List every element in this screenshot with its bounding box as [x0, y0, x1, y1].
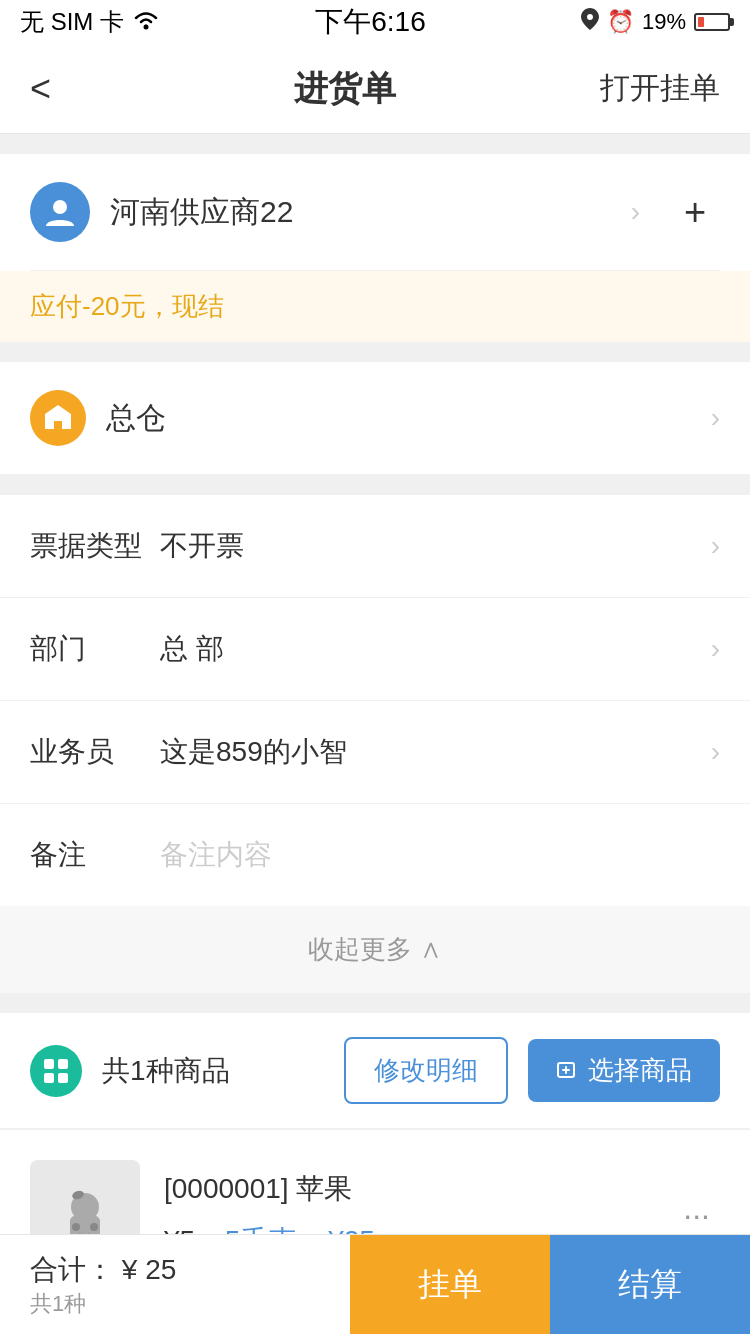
status-bar: 无 SIM 卡 下午6:16 ⏰ 19%	[0, 0, 750, 44]
department-row[interactable]: 部门 总 部 ›	[0, 598, 750, 701]
carrier-text: 无 SIM 卡	[20, 6, 124, 38]
svg-rect-2	[44, 1059, 54, 1069]
status-time: 下午6:16	[315, 3, 426, 41]
svg-rect-5	[58, 1073, 68, 1083]
department-label: 部门	[30, 630, 160, 668]
product-count: 共1种商品	[102, 1052, 324, 1090]
total-count: 共1种	[30, 1289, 320, 1319]
alarm-icon: ⏰	[607, 9, 634, 35]
invoice-chevron: ›	[711, 530, 720, 562]
salesman-value: 这是859的小智	[160, 733, 711, 771]
warehouse-chevron: ›	[711, 402, 720, 434]
total-amount: ¥ 25	[122, 1254, 177, 1285]
department-chevron: ›	[711, 633, 720, 665]
back-button[interactable]: <	[30, 68, 90, 110]
svg-rect-3	[58, 1059, 68, 1069]
status-right: ⏰ 19%	[581, 8, 730, 36]
salesman-label: 业务员	[30, 733, 160, 771]
status-carrier: 无 SIM 卡	[20, 6, 160, 38]
total-prefix: 合计：	[30, 1254, 114, 1285]
department-value: 总 部	[160, 630, 711, 668]
invoice-row[interactable]: 票据类型 不开票 ›	[0, 495, 750, 598]
select-product-button[interactable]: 选择商品	[528, 1039, 720, 1102]
supplier-avatar	[30, 182, 90, 242]
warehouse-icon	[30, 390, 86, 446]
page-title: 进货单	[294, 66, 396, 112]
remark-row[interactable]: 备注 备注内容	[0, 804, 750, 906]
products-header: 共1种商品 修改明细 选择商品	[0, 1013, 750, 1128]
supplier-card: 河南供应商22 › + 应付-20元，现结	[0, 154, 750, 342]
remark-input[interactable]: 备注内容	[160, 836, 720, 874]
edit-detail-button[interactable]: 修改明细	[344, 1037, 508, 1104]
battery-icon	[694, 13, 730, 31]
separator-2	[0, 475, 750, 495]
product-code: [0000001] 苹果	[164, 1173, 352, 1204]
wifi-icon	[132, 8, 160, 36]
svg-rect-4	[44, 1073, 54, 1083]
total-area: 合计： ¥ 25 共1种	[0, 1235, 350, 1334]
warehouse-name: 总仓	[106, 398, 711, 439]
bottom-bar: 合计： ¥ 25 共1种 挂单 结算	[0, 1234, 750, 1334]
salesman-chevron: ›	[711, 736, 720, 768]
supplier-name: 河南供应商22	[110, 192, 631, 233]
invoice-label: 票据类型	[30, 527, 160, 565]
collapse-toggle[interactable]: 收起更多 ∧	[0, 906, 750, 993]
alert-text: 应付-20元，现结	[30, 291, 224, 321]
battery-percent: 19%	[642, 9, 686, 35]
select-product-label: 选择商品	[588, 1053, 692, 1088]
nav-bar: < 进货单 打开挂单	[0, 44, 750, 134]
product-name: [0000001] 苹果	[164, 1170, 649, 1208]
form-section: 票据类型 不开票 › 部门 总 部 › 业务员 这是859的小智 › 备注 备注…	[0, 495, 750, 906]
total-label: 合计： ¥ 25	[30, 1251, 320, 1289]
top-separator	[0, 134, 750, 154]
supplier-row[interactable]: 河南供应商22 › +	[0, 154, 750, 270]
add-supplier-button[interactable]: +	[670, 191, 720, 234]
svg-point-0	[144, 25, 149, 30]
invoice-value: 不开票	[160, 527, 711, 565]
svg-point-9	[72, 1223, 80, 1231]
open-pending-button[interactable]: 打开挂单	[600, 68, 720, 109]
products-icon	[30, 1045, 82, 1097]
alert-banner: 应付-20元，现结	[0, 271, 750, 342]
location-icon	[581, 8, 599, 36]
svg-point-10	[90, 1223, 98, 1231]
checkout-button[interactable]: 结算	[550, 1235, 750, 1334]
svg-point-1	[53, 200, 67, 214]
warehouse-row[interactable]: 总仓 ›	[0, 362, 750, 475]
supplier-chevron: ›	[631, 196, 640, 228]
suspend-button[interactable]: 挂单	[350, 1235, 550, 1334]
remark-label: 备注	[30, 836, 160, 874]
salesman-row[interactable]: 业务员 这是859的小智 ›	[0, 701, 750, 804]
collapse-label: 收起更多 ∧	[308, 934, 441, 964]
separator-1	[0, 342, 750, 362]
